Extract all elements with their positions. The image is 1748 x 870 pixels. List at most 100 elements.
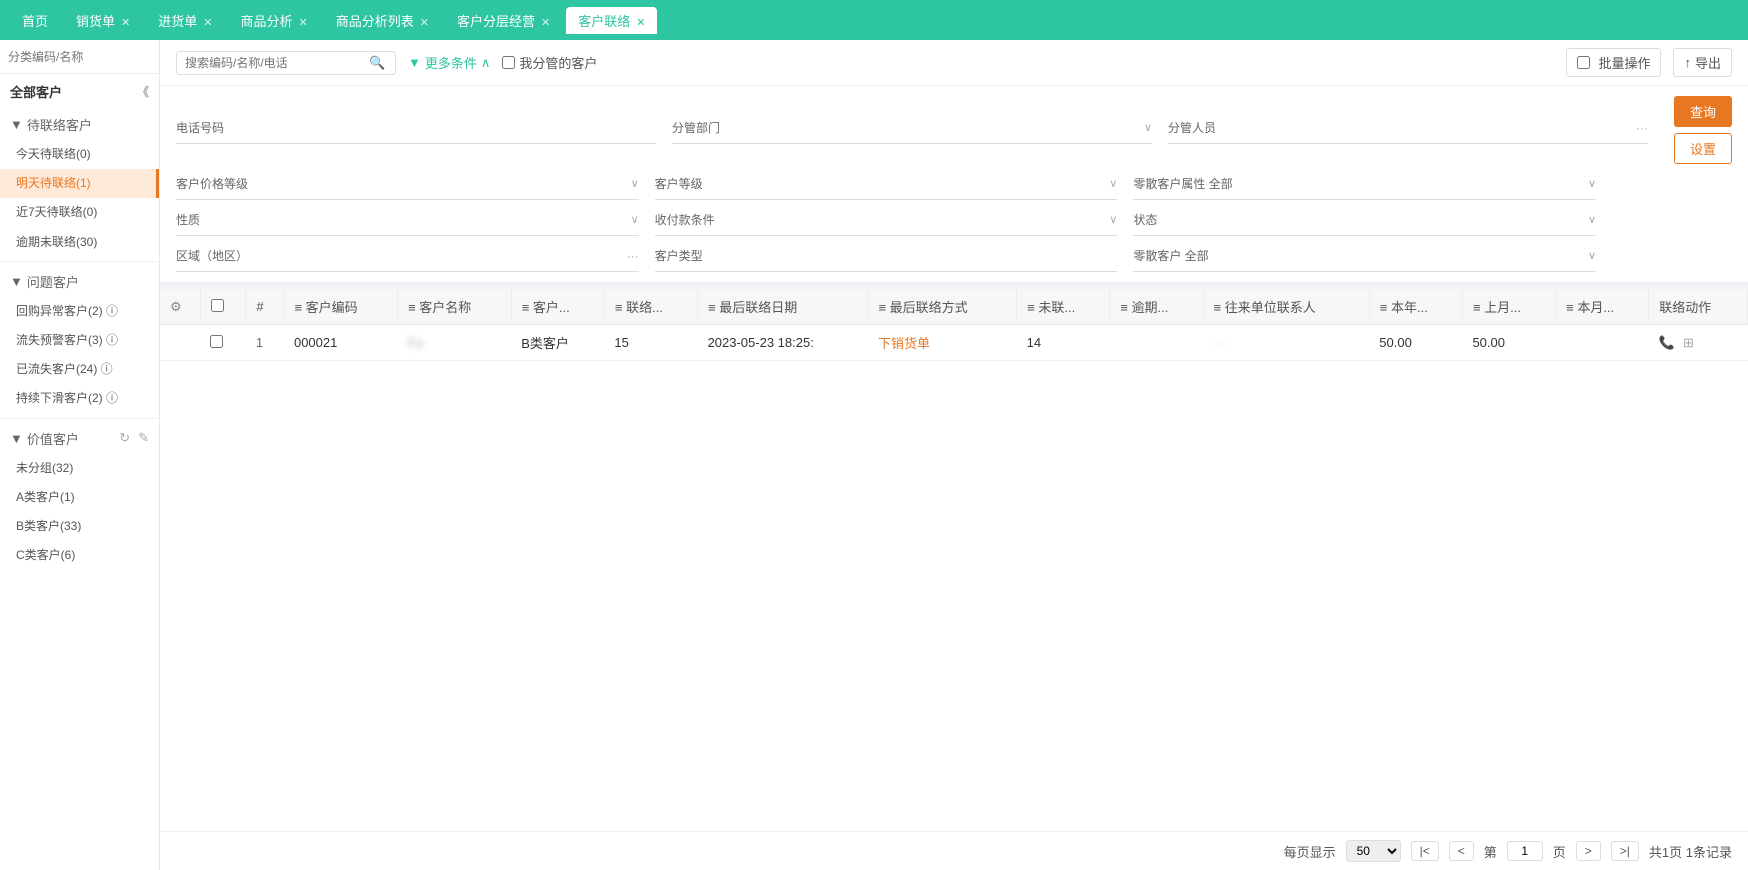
- col-this-month-header[interactable]: ≡ 本月...: [1556, 289, 1649, 325]
- nav-home[interactable]: 首页: [10, 7, 60, 34]
- col-last-month-header[interactable]: ≡ 上月...: [1462, 289, 1555, 325]
- filter-status-label: 状态: [1133, 211, 1193, 228]
- phone-action-icon[interactable]: 📞: [1659, 335, 1675, 351]
- nav-sales[interactable]: 销货单✕: [64, 7, 142, 34]
- row-company-contact: ···: [1203, 325, 1369, 361]
- select-all-checkbox[interactable]: [211, 299, 224, 312]
- group-arrow-pending: ▼: [10, 117, 23, 132]
- filter-manager[interactable]: 分管人员 ···: [1168, 116, 1648, 144]
- filter-customer-type[interactable]: 客户类型: [655, 244, 1118, 272]
- col-name-header[interactable]: ≡ 客户名称: [398, 289, 512, 325]
- sidebar-item-churned[interactable]: 已流失客户(24) ⓘ: [0, 355, 159, 384]
- nav-product-analysis-list[interactable]: 商品分析列表✕: [324, 7, 441, 34]
- filter-price-level[interactable]: 客户价格等级 ∨: [176, 172, 639, 200]
- batch-operation-btn[interactable]: 批量操作: [1566, 48, 1661, 77]
- col-company-contact-header[interactable]: ≡ 往来单位联系人: [1203, 289, 1369, 325]
- filter-retail-attr-label: 零散客户属性 全部: [1133, 175, 1232, 192]
- sidebar-item-declining[interactable]: 持续下滑客户(2) ⓘ: [0, 384, 159, 413]
- sidebar-item-b-class[interactable]: B类客户(33): [0, 512, 159, 541]
- data-table-wrap: ⚙ # ≡ 客户编码 ≡ 客户名称 ≡ 客户... ≡ 联络... ≡ 最后联络…: [160, 289, 1748, 831]
- filter-panel: 电话号码 分管部门 ∨ 分管人员 ··· 查询 设置 客户价格等级: [160, 86, 1748, 283]
- filter-customer-level[interactable]: 客户等级 ∨: [655, 172, 1118, 200]
- sidebar-item-repurchase-abnormal[interactable]: 回购异常客户(2) ⓘ: [0, 297, 159, 326]
- filter-region-label: 区域（地区）: [176, 247, 248, 264]
- col-index-header: #: [246, 289, 284, 325]
- filter-retail-customer[interactable]: 零散客户 全部 ∨: [1133, 244, 1596, 272]
- search-icon-btn[interactable]: 🔍: [369, 55, 385, 71]
- sidebar-item-tomorrow-pending[interactable]: 明天待联络(1): [0, 169, 159, 198]
- row-this-year: 50.00: [1369, 325, 1462, 361]
- nav-purchase[interactable]: 进货单✕: [146, 7, 224, 34]
- group-arrow-problem: ▼: [10, 274, 23, 289]
- sidebar-item-today-pending[interactable]: 今天待联络(0): [0, 140, 159, 169]
- prev-page-btn[interactable]: <: [1449, 841, 1474, 861]
- next-page-btn[interactable]: >: [1576, 841, 1601, 861]
- dept-dropdown-icon: ∨: [1144, 121, 1152, 134]
- sidebar-group-pending[interactable]: ▼ 待联络客户: [0, 109, 159, 140]
- sidebar-item-ungrouped[interactable]: 未分组(32): [0, 454, 159, 483]
- row-checkbox[interactable]: [200, 325, 246, 361]
- col-type-header[interactable]: ≡ 客户...: [511, 289, 604, 325]
- customer-level-dropdown-icon: ∨: [1109, 177, 1117, 190]
- sidebar-group-problem[interactable]: ▼ 问题客户: [0, 266, 159, 297]
- query-button[interactable]: 查询: [1674, 96, 1732, 127]
- filter-nature[interactable]: 性质 ∨: [176, 208, 639, 236]
- col-unlinked-header[interactable]: ≡ 未联...: [1017, 289, 1110, 325]
- col-last-method-header[interactable]: ≡ 最后联络方式: [868, 289, 1017, 325]
- sidebar: 🔍 全部客户 《 ▼ 待联络客户 今天待联络(0) 明天待联络(1) 近7天待联…: [0, 40, 160, 870]
- more-filter-btn[interactable]: ▼ 更多条件 ∧: [408, 53, 490, 72]
- sidebar-item-7days-pending[interactable]: 近7天待联络(0): [0, 198, 159, 227]
- setting-button[interactable]: 设置: [1674, 133, 1732, 164]
- sidebar-all-customers[interactable]: 全部客户 《: [0, 74, 159, 109]
- retail-customer-dropdown-icon: ∨: [1588, 249, 1596, 262]
- my-customer-checkbox[interactable]: [502, 56, 515, 69]
- col-code-header[interactable]: ≡ 客户编码: [284, 289, 398, 325]
- sidebar-search-input[interactable]: [8, 50, 160, 64]
- first-page-btn[interactable]: |<: [1411, 841, 1439, 861]
- group-label-pending: 待联络客户: [27, 115, 92, 134]
- col-last-date-header[interactable]: ≡ 最后联络日期: [698, 289, 868, 325]
- col-contact-header[interactable]: ≡ 联络...: [604, 289, 697, 325]
- sidebar-item-overdue-pending[interactable]: 逾期未联络(30): [0, 228, 159, 257]
- page-input[interactable]: [1507, 841, 1543, 861]
- search-input[interactable]: [185, 56, 365, 70]
- col-this-year-header[interactable]: ≡ 本年...: [1369, 289, 1462, 325]
- filter-status[interactable]: 状态 ∨: [1133, 208, 1596, 236]
- nav-customer-contact[interactable]: 客户联络✕: [566, 7, 657, 34]
- col-overdue-header[interactable]: ≡ 逾期...: [1110, 289, 1203, 325]
- my-customer-checkbox-label[interactable]: 我分管的客户: [502, 53, 597, 72]
- export-btn[interactable]: ↑ 导出: [1673, 48, 1732, 77]
- nav-customer-layer[interactable]: 客户分层经营✕: [445, 7, 562, 34]
- filter-region[interactable]: 区域（地区） ···: [176, 244, 639, 272]
- filter-phone: 电话号码: [176, 116, 656, 144]
- batch-checkbox[interactable]: [1577, 56, 1590, 69]
- value-group-refresh-icon[interactable]: ↻: [119, 430, 130, 446]
- col-checkbox-header[interactable]: [200, 289, 246, 325]
- nav-product-analysis[interactable]: 商品分析✕: [228, 7, 319, 34]
- filter-retail-attr[interactable]: 零散客户属性 全部 ∨: [1133, 172, 1596, 200]
- col-setting-header[interactable]: ⚙: [160, 289, 200, 325]
- group-label-value: 价值客户: [27, 429, 79, 448]
- filter-payment[interactable]: 收付款条件 ∨: [655, 208, 1118, 236]
- top-navigation: 首页 销货单✕ 进货单✕ 商品分析✕ 商品分析列表✕ 客户分层经营✕ 客户联络✕: [0, 0, 1748, 40]
- price-level-dropdown-icon: ∨: [631, 177, 639, 190]
- row-setting: [160, 325, 200, 361]
- row-code: 000021: [284, 325, 398, 361]
- filter-manager-label: 分管人员: [1168, 119, 1228, 136]
- sidebar-item-c-class[interactable]: C类客户(6): [0, 541, 159, 570]
- last-page-btn[interactable]: >|: [1611, 841, 1639, 861]
- page-size-select[interactable]: 50 100 200: [1346, 840, 1401, 862]
- search-input-wrap: 🔍: [176, 51, 396, 75]
- value-group-edit-icon[interactable]: ✎: [138, 430, 149, 446]
- payment-dropdown-icon: ∨: [1109, 213, 1117, 226]
- sidebar-item-a-class[interactable]: A类客户(1): [0, 483, 159, 512]
- sidebar-search-wrap: 🔍: [0, 40, 159, 74]
- page-unit: 页: [1553, 842, 1566, 861]
- last-method-link[interactable]: 下销货单: [878, 336, 930, 351]
- filter-dept[interactable]: 分管部门 ∨: [672, 116, 1152, 144]
- sidebar-group-value[interactable]: ▼ 价值客户 ↻ ✎: [0, 423, 159, 454]
- grid-action-icon[interactable]: ⊞: [1683, 335, 1694, 351]
- sidebar-item-churn-warning[interactable]: 流失预警客户(3) ⓘ: [0, 326, 159, 355]
- row-last-method[interactable]: 下销货单: [868, 325, 1017, 361]
- row-actions: 📞 ⊞: [1649, 325, 1748, 361]
